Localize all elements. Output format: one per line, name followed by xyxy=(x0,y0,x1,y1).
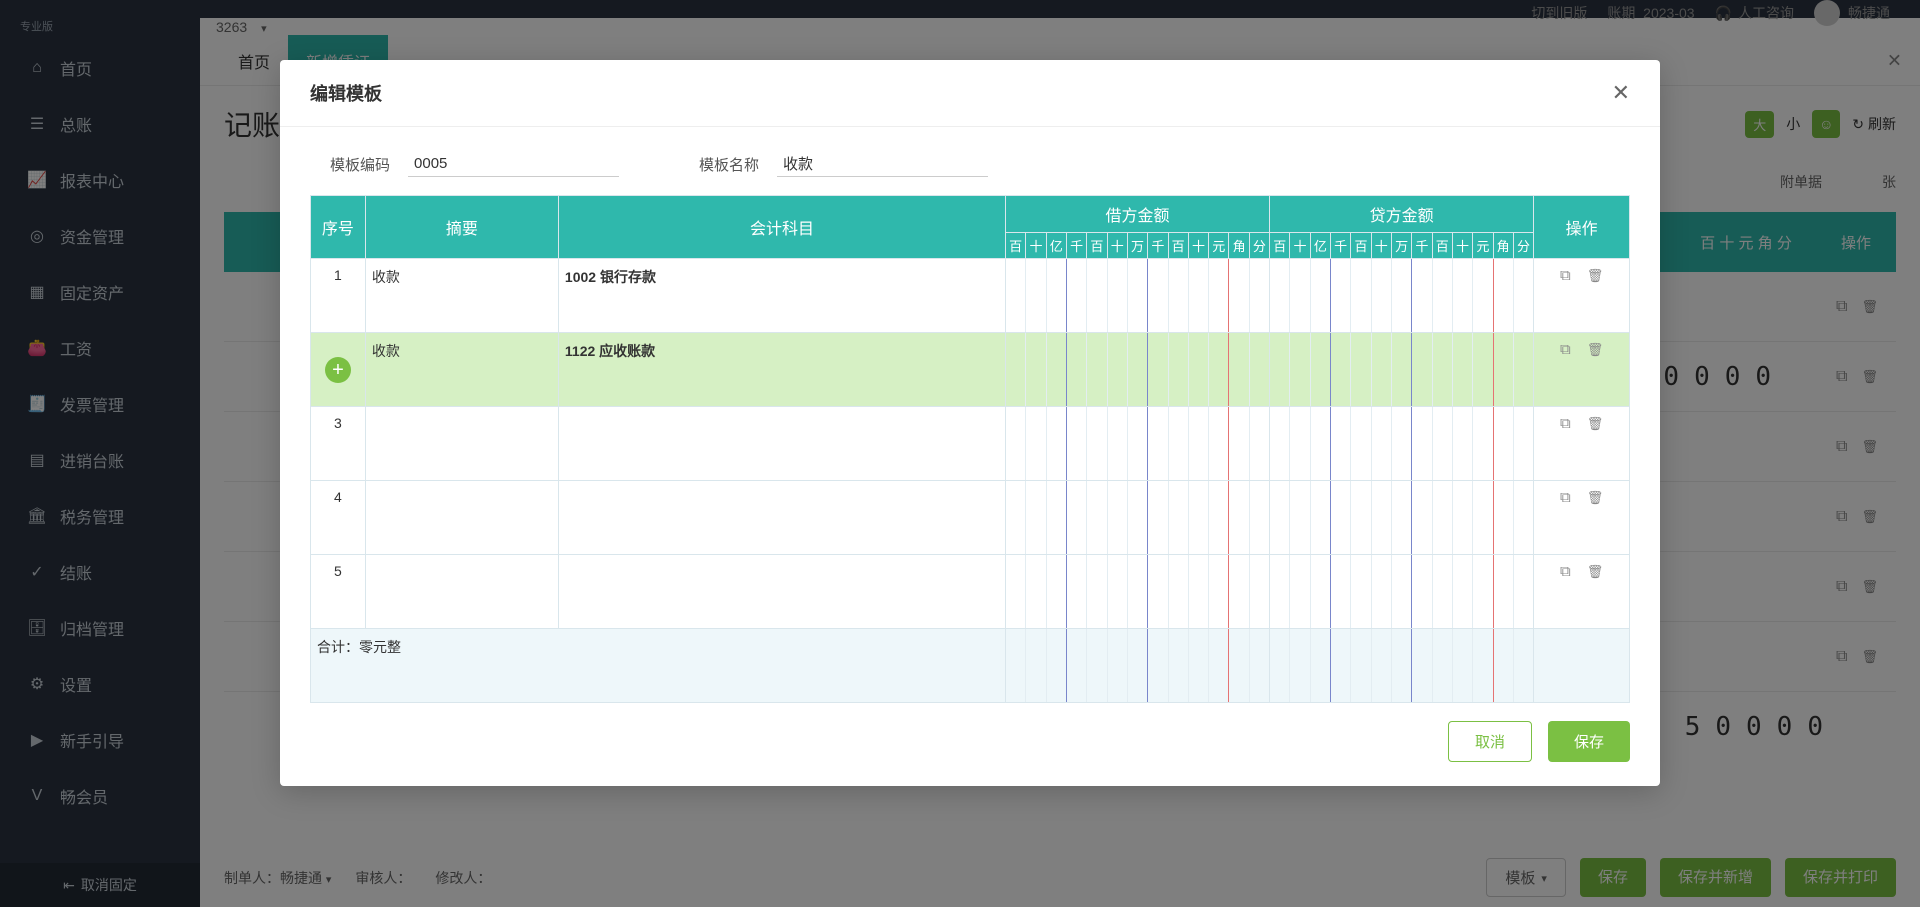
digit-header: 元 xyxy=(1473,233,1493,259)
digit-header: 亿 xyxy=(1310,233,1330,259)
digit-header: 分 xyxy=(1513,233,1533,259)
digit-header: 万 xyxy=(1127,233,1147,259)
digit-header: 百 xyxy=(1270,233,1290,259)
digit-header: 千 xyxy=(1331,233,1351,259)
template-code-label: 模板编码 xyxy=(330,154,390,175)
digit-header: 十 xyxy=(1371,233,1391,259)
subject-cell[interactable] xyxy=(558,481,1005,555)
th-seq: 序号 xyxy=(311,196,366,259)
digit-header: 十 xyxy=(1452,233,1472,259)
th-summary: 摘要 xyxy=(365,196,558,259)
op-cell xyxy=(1534,555,1630,629)
debit-cell[interactable] xyxy=(1006,259,1270,333)
th-debit: 借方金额 xyxy=(1006,196,1270,233)
digit-header: 百 xyxy=(1432,233,1452,259)
seq-cell: + xyxy=(311,333,366,407)
template-name-label: 模板名称 xyxy=(699,154,759,175)
table-row[interactable]: 5 xyxy=(311,555,1630,629)
subject-cell[interactable]: 1122 应收账款 xyxy=(558,333,1005,407)
delete-icon[interactable] xyxy=(1587,267,1604,284)
subject-cell[interactable] xyxy=(558,555,1005,629)
copy-icon[interactable] xyxy=(1560,267,1571,284)
modal-close-button[interactable]: ✕ xyxy=(1612,82,1630,104)
copy-icon[interactable] xyxy=(1560,563,1571,580)
template-code-input[interactable] xyxy=(408,151,619,177)
copy-icon[interactable] xyxy=(1560,341,1571,358)
summary-cell[interactable] xyxy=(365,555,558,629)
credit-cell[interactable] xyxy=(1270,259,1534,333)
save-button[interactable]: 保存 xyxy=(1548,721,1630,762)
digit-header: 十 xyxy=(1290,233,1310,259)
summary-cell[interactable]: 收款 xyxy=(365,333,558,407)
debit-cell[interactable] xyxy=(1006,333,1270,407)
delete-icon[interactable] xyxy=(1587,563,1604,580)
summary-cell[interactable] xyxy=(365,481,558,555)
debit-cell[interactable] xyxy=(1006,481,1270,555)
digit-header: 百 xyxy=(1006,233,1026,259)
digit-header: 百 xyxy=(1351,233,1371,259)
th-subject: 会计科目 xyxy=(558,196,1005,259)
delete-icon[interactable] xyxy=(1587,341,1604,358)
modal-title: 编辑模板 xyxy=(310,80,382,106)
digit-header: 十 xyxy=(1026,233,1046,259)
credit-cell[interactable] xyxy=(1270,333,1534,407)
op-cell xyxy=(1534,259,1630,333)
digit-header: 角 xyxy=(1493,233,1513,259)
cancel-button[interactable]: 取消 xyxy=(1448,721,1532,762)
digit-header: 亿 xyxy=(1046,233,1066,259)
digit-header: 分 xyxy=(1249,233,1269,259)
credit-cell[interactable] xyxy=(1270,481,1534,555)
table-row[interactable]: 1收款1002 银行存款 xyxy=(311,259,1630,333)
op-cell xyxy=(1534,407,1630,481)
th-credit: 贷方金额 xyxy=(1270,196,1534,233)
credit-cell[interactable] xyxy=(1270,555,1534,629)
template-table: 序号 摘要 会计科目 借方金额 贷方金额 操作 百十亿千百十万千百十元角分百十亿… xyxy=(310,195,1630,703)
digit-header: 角 xyxy=(1229,233,1249,259)
debit-cell[interactable] xyxy=(1006,407,1270,481)
seq-cell: 3 xyxy=(311,407,366,481)
subject-cell[interactable] xyxy=(558,407,1005,481)
subject-cell[interactable]: 1002 银行存款 xyxy=(558,259,1005,333)
add-row-button[interactable]: + xyxy=(325,357,351,383)
digit-header: 千 xyxy=(1066,233,1086,259)
seq-cell: 1 xyxy=(311,259,366,333)
table-row[interactable]: 3 xyxy=(311,407,1630,481)
debit-cell[interactable] xyxy=(1006,555,1270,629)
digit-header: 百 xyxy=(1087,233,1107,259)
digit-header: 百 xyxy=(1168,233,1188,259)
digit-header: 千 xyxy=(1148,233,1168,259)
copy-icon[interactable] xyxy=(1560,489,1571,506)
summary-cell[interactable]: 收款 xyxy=(365,259,558,333)
copy-icon[interactable] xyxy=(1560,415,1571,432)
th-op: 操作 xyxy=(1534,196,1630,259)
digit-header: 千 xyxy=(1412,233,1432,259)
summary-cell[interactable] xyxy=(365,407,558,481)
digit-header: 十 xyxy=(1188,233,1208,259)
op-cell xyxy=(1534,333,1630,407)
seq-cell: 5 xyxy=(311,555,366,629)
template-name-input[interactable] xyxy=(777,151,988,177)
digit-header: 十 xyxy=(1107,233,1127,259)
delete-icon[interactable] xyxy=(1587,415,1604,432)
credit-cell[interactable] xyxy=(1270,407,1534,481)
op-cell xyxy=(1534,481,1630,555)
sum-label: 合计：零元整 xyxy=(311,629,1006,703)
edit-template-modal: 编辑模板 ✕ 模板编码 模板名称 序号 摘要 会计科目 xyxy=(280,60,1660,786)
seq-cell: 4 xyxy=(311,481,366,555)
table-row[interactable]: + 收款1122 应收账款 xyxy=(311,333,1630,407)
table-row[interactable]: 4 xyxy=(311,481,1630,555)
delete-icon[interactable] xyxy=(1587,489,1604,506)
digit-header: 元 xyxy=(1209,233,1229,259)
digit-header: 万 xyxy=(1391,233,1411,259)
